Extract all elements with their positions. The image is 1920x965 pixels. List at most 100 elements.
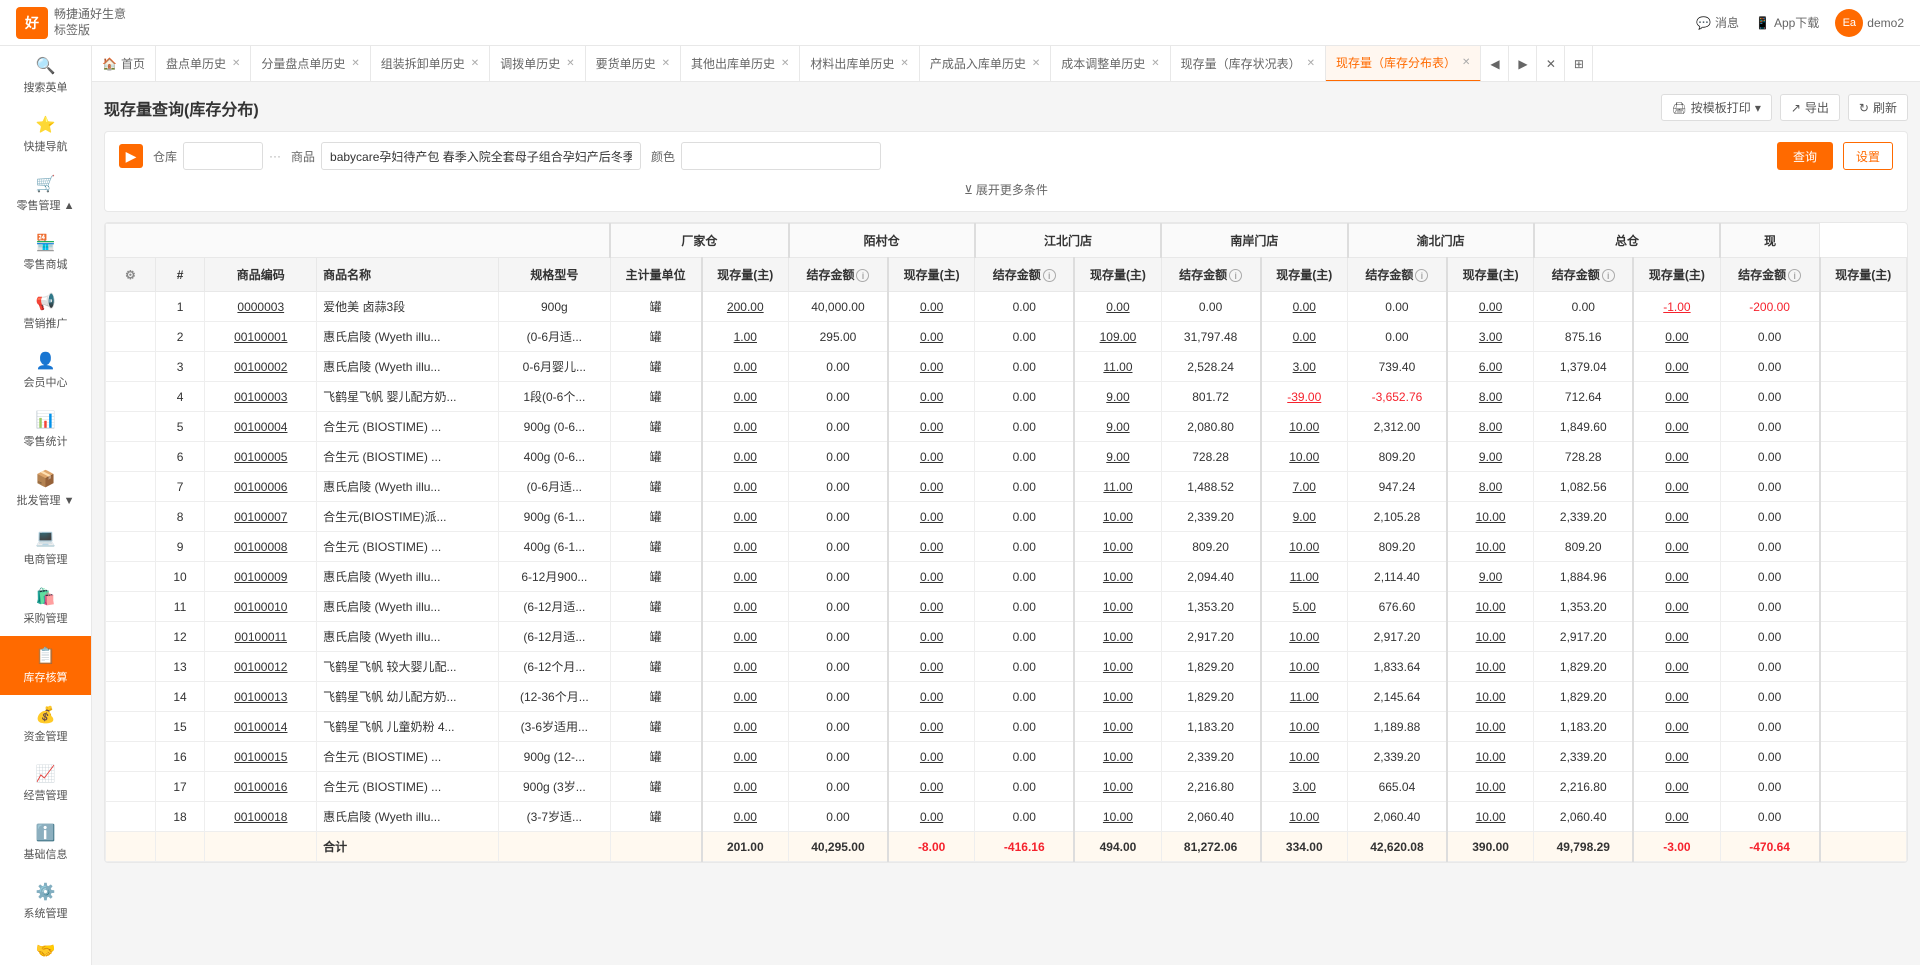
table-cell[interactable]: 0.00 bbox=[1633, 652, 1720, 682]
refresh-btn[interactable]: ↻ 刷新 bbox=[1848, 94, 1908, 121]
table-cell[interactable]: 0.00 bbox=[888, 472, 975, 502]
table-cell[interactable]: 0.00 bbox=[1633, 772, 1720, 802]
color-input[interactable] bbox=[681, 142, 881, 170]
table-cell[interactable]: 0.00 bbox=[1633, 382, 1720, 412]
table-cell[interactable]: 10.00 bbox=[1074, 532, 1161, 562]
tab-material-out[interactable]: 材料出库单历史 ✕ bbox=[800, 46, 919, 82]
table-cell[interactable]: 10.00 bbox=[1074, 622, 1161, 652]
table-cell[interactable]: 0.00 bbox=[888, 532, 975, 562]
table-cell[interactable]: 10.00 bbox=[1074, 562, 1161, 592]
table-cell[interactable]: 10.00 bbox=[1074, 592, 1161, 622]
table-cell[interactable]: 0.00 bbox=[1633, 592, 1720, 622]
table-cell[interactable]: 10.00 bbox=[1447, 682, 1534, 712]
sidebar-item-ops[interactable]: 📈 经营管理 bbox=[0, 754, 91, 813]
table-cell[interactable]: 0.00 bbox=[888, 352, 975, 382]
table-cell[interactable]: 00100014 bbox=[205, 712, 317, 742]
table-cell[interactable]: 0000003 bbox=[205, 292, 317, 322]
table-cell[interactable]: 00100008 bbox=[205, 532, 317, 562]
sidebar-item-finance[interactable]: 💰 资金管理 bbox=[0, 695, 91, 754]
table-cell[interactable]: 10.00 bbox=[1074, 742, 1161, 772]
table-cell[interactable]: 0.00 bbox=[1261, 292, 1348, 322]
table-cell[interactable]: 0.00 bbox=[702, 382, 789, 412]
table-cell[interactable]: 0.00 bbox=[702, 532, 789, 562]
table-cell[interactable]: 00100009 bbox=[205, 562, 317, 592]
app-download-btn[interactable]: 📱 App下载 bbox=[1755, 14, 1819, 31]
table-cell[interactable]: 10.00 bbox=[1447, 502, 1534, 532]
table-cell[interactable]: 10.00 bbox=[1261, 802, 1348, 832]
table-cell[interactable]: 0.00 bbox=[888, 712, 975, 742]
table-cell[interactable]: 5.00 bbox=[1261, 592, 1348, 622]
table-cell[interactable]: 10.00 bbox=[1074, 712, 1161, 742]
table-cell[interactable]: 10.00 bbox=[1261, 532, 1348, 562]
table-cell[interactable]: 0.00 bbox=[888, 742, 975, 772]
table-cell[interactable]: 0.00 bbox=[1633, 742, 1720, 772]
table-cell[interactable]: 00100018 bbox=[205, 802, 317, 832]
table-cell[interactable]: 10.00 bbox=[1261, 652, 1348, 682]
table-cell[interactable]: 0.00 bbox=[888, 652, 975, 682]
table-cell[interactable]: 0.00 bbox=[702, 442, 789, 472]
table-cell[interactable]: 0.00 bbox=[1261, 322, 1348, 352]
tab-close-icon[interactable]: ✕ bbox=[566, 58, 574, 69]
table-cell[interactable]: 1.00 bbox=[702, 322, 789, 352]
table-cell[interactable]: 0.00 bbox=[702, 652, 789, 682]
table-cell[interactable]: 0.00 bbox=[1633, 562, 1720, 592]
tab-close-all-btn[interactable]: ✕ bbox=[1537, 46, 1565, 82]
table-cell[interactable]: 11.00 bbox=[1261, 682, 1348, 712]
sidebar-item-wholesale[interactable]: 📦 批发管理 ▼ bbox=[0, 459, 91, 518]
tab-stock-dist[interactable]: 现存量（库存分布表） ✕ bbox=[1326, 46, 1481, 82]
table-cell[interactable]: 0.00 bbox=[1633, 682, 1720, 712]
sidebar-item-nav[interactable]: ⭐ 快捷导航 bbox=[0, 105, 91, 164]
table-cell[interactable]: 0.00 bbox=[702, 502, 789, 532]
table-cell[interactable]: 10.00 bbox=[1447, 712, 1534, 742]
table-cell[interactable]: 0.00 bbox=[888, 622, 975, 652]
table-cell[interactable]: 10.00 bbox=[1074, 652, 1161, 682]
table-cell[interactable]: 10.00 bbox=[1447, 652, 1534, 682]
table-cell[interactable]: 10.00 bbox=[1261, 442, 1348, 472]
table-cell[interactable]: 10.00 bbox=[1447, 742, 1534, 772]
table-cell[interactable]: 10.00 bbox=[1074, 682, 1161, 712]
message-btn[interactable]: 💬 消息 bbox=[1696, 14, 1739, 31]
table-cell[interactable]: 0.00 bbox=[1633, 472, 1720, 502]
sidebar-item-search[interactable]: 🔍 搜索英单 bbox=[0, 46, 91, 105]
table-cell[interactable]: 9.00 bbox=[1447, 562, 1534, 592]
product-input[interactable] bbox=[321, 142, 641, 170]
table-cell[interactable]: 0.00 bbox=[702, 682, 789, 712]
table-cell[interactable]: 10.00 bbox=[1074, 802, 1161, 832]
table-cell[interactable]: 11.00 bbox=[1261, 562, 1348, 592]
table-cell[interactable]: -1.00 bbox=[1633, 292, 1720, 322]
print-btn[interactable]: 🖨 按模板打印 ▾ bbox=[1661, 94, 1772, 121]
table-cell[interactable]: 0.00 bbox=[888, 772, 975, 802]
tab-close-icon[interactable]: ✕ bbox=[1307, 58, 1315, 69]
table-cell[interactable]: 0.00 bbox=[888, 412, 975, 442]
table-cell[interactable]: 00100010 bbox=[205, 592, 317, 622]
warehouse-input[interactable] bbox=[183, 142, 263, 170]
tab-close-icon[interactable]: ✕ bbox=[1032, 58, 1040, 69]
tab-prev-btn[interactable]: ◀ bbox=[1481, 46, 1509, 82]
table-cell[interactable]: 00100003 bbox=[205, 382, 317, 412]
table-cell[interactable]: 0.00 bbox=[702, 352, 789, 382]
table-cell[interactable]: 10.00 bbox=[1447, 772, 1534, 802]
tab-other-out[interactable]: 其他出库单历史 ✕ bbox=[681, 46, 800, 82]
table-cell[interactable]: 6.00 bbox=[1447, 352, 1534, 382]
sidebar-item-system[interactable]: ⚙️ 系统管理 bbox=[0, 872, 91, 931]
tab-assembly[interactable]: 组装拆卸单历史 ✕ bbox=[371, 46, 490, 82]
table-cell[interactable]: 0.00 bbox=[702, 412, 789, 442]
table-cell[interactable]: 0.00 bbox=[1633, 412, 1720, 442]
tab-order[interactable]: 要货单历史 ✕ bbox=[586, 46, 681, 82]
table-cell[interactable]: 0.00 bbox=[1633, 802, 1720, 832]
tab-close-icon[interactable]: ✕ bbox=[662, 58, 670, 69]
table-cell[interactable]: 00100013 bbox=[205, 682, 317, 712]
table-cell[interactable]: 00100002 bbox=[205, 352, 317, 382]
table-cell[interactable]: 0.00 bbox=[702, 592, 789, 622]
table-cell[interactable]: 0.00 bbox=[1633, 532, 1720, 562]
tab-product-in[interactable]: 产成品入库单历史 ✕ bbox=[920, 46, 1051, 82]
sidebar-item-member[interactable]: 👤 会员中心 bbox=[0, 341, 91, 400]
table-cell[interactable]: 0.00 bbox=[888, 442, 975, 472]
tab-close-icon[interactable]: ✕ bbox=[232, 58, 240, 69]
table-cell[interactable]: 8.00 bbox=[1447, 412, 1534, 442]
table-cell[interactable]: 9.00 bbox=[1074, 442, 1161, 472]
table-cell[interactable]: 10.00 bbox=[1447, 592, 1534, 622]
tab-next-btn[interactable]: ▶ bbox=[1509, 46, 1537, 82]
sidebar-item-marketing[interactable]: 📢 营销推广 bbox=[0, 282, 91, 341]
tab-transfer[interactable]: 调拨单历史 ✕ bbox=[490, 46, 585, 82]
